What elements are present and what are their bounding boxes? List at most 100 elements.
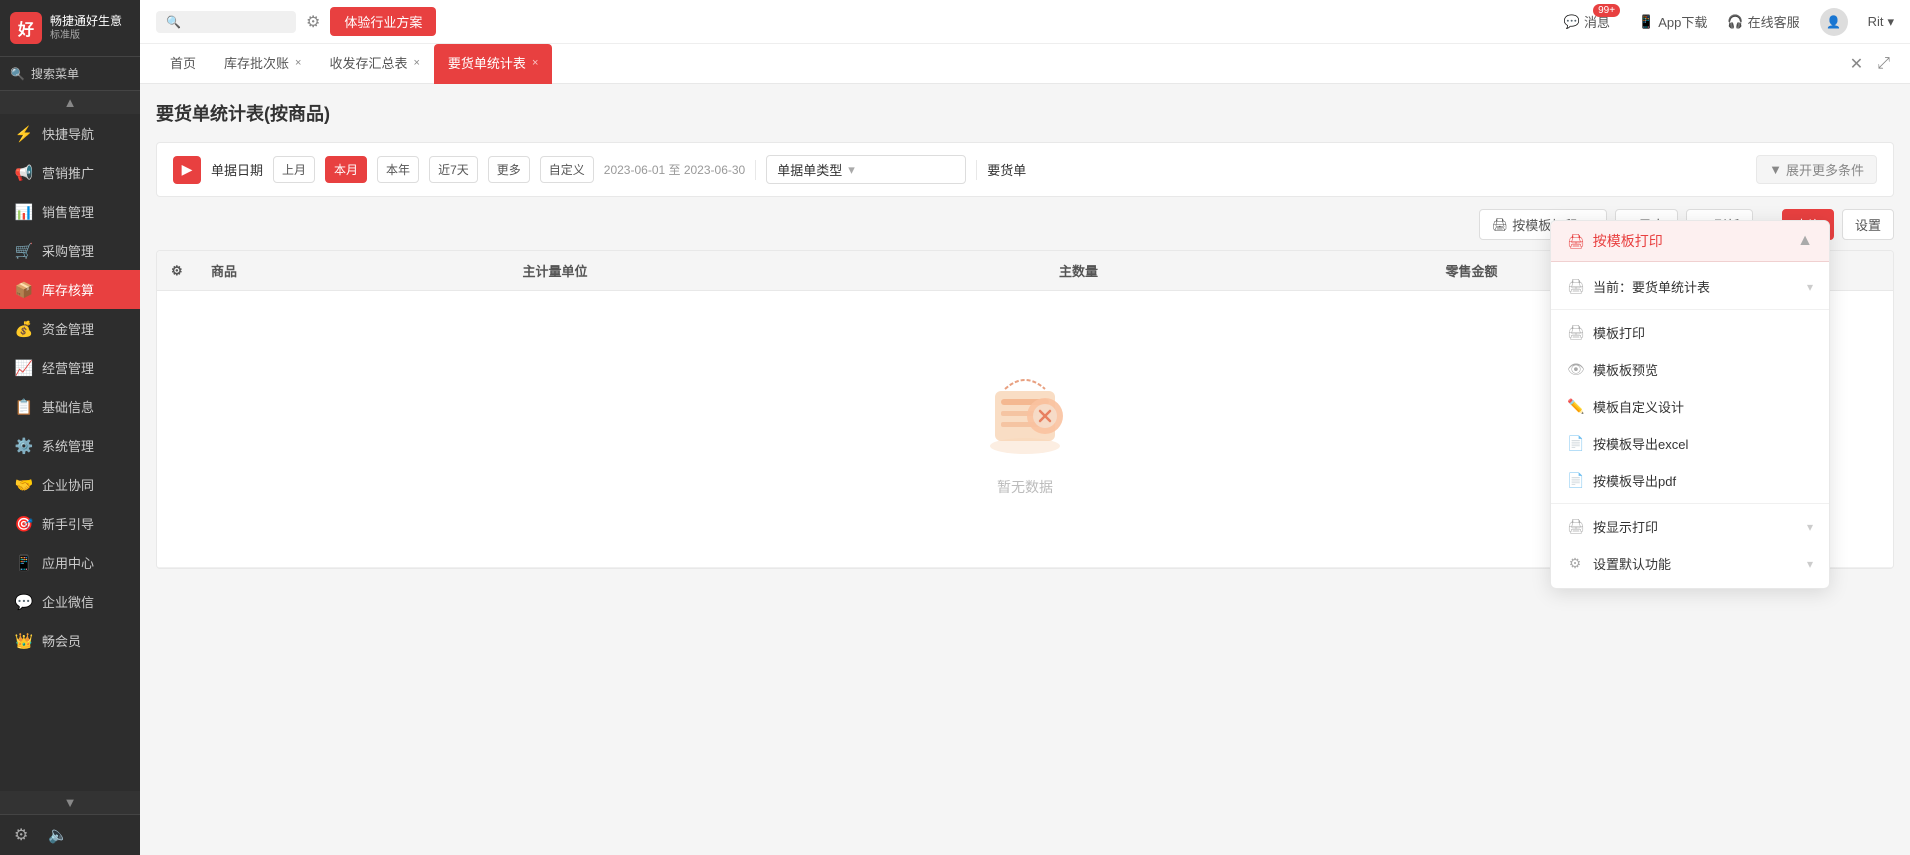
print-header-icon: 🖨 [1567, 233, 1585, 250]
print-dropdown-close-icon[interactable]: ▲ [1797, 232, 1813, 250]
expand-more-button[interactable]: ▼ 展开更多条件 [1756, 155, 1877, 184]
sidebar-item-inventory[interactable]: 📦 库存核算 [0, 270, 140, 309]
sidebar-item-finance[interactable]: 💰 资金管理 [0, 309, 140, 348]
tabs-right-controls: ✕ ⤢ [1846, 50, 1894, 78]
finance-icon: 💰 [14, 320, 34, 338]
export-pdf-item[interactable]: 📄 按模板导出pdf [1551, 462, 1829, 499]
logo-icon: 好 [10, 12, 42, 44]
search-menu-item[interactable]: 🔍 搜索菜单 [0, 57, 140, 91]
sidebar-item-sales[interactable]: 📊 销售管理 [0, 192, 140, 231]
date-this-year[interactable]: 本年 [377, 156, 419, 183]
main-area: 🔍 ⚙ 体验行业方案 💬 消息 99+ 📱 App下载 🎧 在线客服 👤 [140, 0, 1910, 855]
user-name[interactable]: Rit ▾ [1868, 14, 1894, 30]
sidebar-item-system[interactable]: ⚙️ 系统管理 [0, 426, 140, 465]
content-area: 要货单统计表(按商品) ▶ 单据日期 上月 本月 本年 近7天 更多 自定义 2… [140, 84, 1910, 855]
sidebar-item-app[interactable]: 📱 应用中心 [0, 543, 140, 582]
tab-receipt-summary[interactable]: 收发存汇总表 × [315, 44, 433, 84]
tab-home[interactable]: 首页 [156, 44, 210, 84]
app-download-item[interactable]: 📱 App下载 [1638, 12, 1707, 31]
display-print-item[interactable]: 🖨 按显示打印 ▾ [1551, 508, 1829, 545]
template-print-icon: 🖨 [1567, 324, 1583, 341]
export-excel-item[interactable]: 📄 按模板导出excel [1551, 425, 1829, 462]
sidebar-item-newbie[interactable]: 🎯 新手引导 [0, 504, 140, 543]
column-settings-icon[interactable]: ⚙ [157, 251, 197, 291]
close-all-tabs-button[interactable]: ✕ [1846, 50, 1867, 78]
sidebar-item-member[interactable]: 👑 畅会员 [0, 621, 140, 660]
current-template-icon: 🖨 [1567, 278, 1583, 295]
sound-icon[interactable]: 🔈 [48, 825, 68, 845]
date-more[interactable]: 更多 [488, 156, 530, 183]
filter-bar: ▶ 单据日期 上月 本月 本年 近7天 更多 自定义 2023-06-01 至 … [156, 142, 1894, 197]
headset-icon: 🎧 [1727, 14, 1743, 30]
dropdown-divider-1 [1551, 309, 1829, 310]
template-preview-icon: 👁 [1567, 361, 1583, 378]
template-preview-item[interactable]: 👁 模板板预览 [1551, 351, 1829, 388]
tab-close-batch[interactable]: × [295, 57, 301, 69]
date-custom[interactable]: 自定义 [540, 156, 594, 183]
sidebar-item-operations[interactable]: 📈 经营管理 [0, 348, 140, 387]
sidebar-logo: 好 畅捷通好生意 标准版 [0, 0, 140, 57]
settings-button[interactable]: 设置 [1842, 209, 1894, 240]
sidebar: 好 畅捷通好生意 标准版 🔍 搜索菜单 ▲ ⚡ 快捷导航 📢 营销推广 📊 销售… [0, 0, 140, 855]
export-pdf-icon: 📄 [1567, 472, 1583, 489]
marketing-icon: 📢 [14, 164, 34, 182]
filter-separator [755, 160, 756, 180]
settings-icon[interactable]: ⚙ [14, 825, 28, 845]
sidebar-scroll-down[interactable]: ▼ [0, 791, 140, 814]
notification-icon: 💬 [1564, 14, 1580, 30]
topbar-gear-icon[interactable]: ⚙ [306, 12, 320, 32]
chevron-down-icon: ▾ [1887, 14, 1894, 30]
default-func-item[interactable]: ⚙ 设置默认功能 ▾ [1551, 545, 1829, 582]
sidebar-item-wechat[interactable]: 💬 企业微信 [0, 582, 140, 621]
logo-text: 畅捷通好生意 标准版 [50, 14, 122, 43]
member-icon: 👑 [14, 632, 34, 650]
default-arrow-icon: ▾ [1807, 557, 1813, 571]
template-design-item[interactable]: ✏️ 模板自定义设计 [1551, 388, 1829, 425]
print-dropdown-body: 🖨 当前：要货单统计表 ▾ 🖨 模板打印 👁 模板板预览 [1551, 262, 1829, 588]
current-template-item[interactable]: 🖨 当前：要货单统计表 ▾ [1551, 268, 1829, 305]
date-filter-label: 单据日期 [211, 160, 263, 179]
expand-tabs-button[interactable]: ⤢ [1873, 51, 1894, 77]
page-title: 要货单统计表(按商品) [156, 100, 1894, 126]
sidebar-item-purchase[interactable]: 🛒 采购管理 [0, 231, 140, 270]
system-icon: ⚙️ [14, 437, 34, 455]
notification-badge: 99+ [1593, 4, 1620, 17]
group-label: 要货单 [987, 160, 1026, 179]
template-design-icon: ✏️ [1567, 398, 1583, 415]
expand-icon: ▼ [1769, 162, 1782, 177]
trial-button[interactable]: 体验行业方案 [330, 7, 436, 36]
user-avatar[interactable]: 👤 [1820, 8, 1848, 36]
sidebar-item-marketing[interactable]: 📢 营销推广 [0, 153, 140, 192]
collab-icon: 🤝 [14, 476, 34, 494]
newbie-icon: 🎯 [14, 515, 34, 533]
tab-close-order[interactable]: × [532, 57, 538, 69]
type-filter-select[interactable]: 单据单类型 ▾ [766, 155, 966, 184]
tab-order-summary[interactable]: 要货单统计表 × [434, 44, 552, 84]
default-func-icon: ⚙ [1567, 555, 1583, 572]
select-arrow-icon: ▾ [848, 162, 855, 178]
tab-batch-account[interactable]: 库存批次账 × [210, 44, 315, 84]
notification-item[interactable]: 💬 消息 99+ [1564, 12, 1610, 31]
filter-expand-button[interactable]: ▶ [173, 156, 201, 184]
topbar: 🔍 ⚙ 体验行业方案 💬 消息 99+ 📱 App下载 🎧 在线客服 👤 [140, 0, 1910, 44]
online-service-item[interactable]: 🎧 在线客服 [1727, 12, 1799, 31]
date-last-7days[interactable]: 近7天 [429, 156, 478, 183]
tab-close-receipt[interactable]: × [413, 57, 419, 69]
printer-icon: 🖨 [1492, 217, 1509, 233]
sidebar-item-collab[interactable]: 🤝 企业协同 [0, 465, 140, 504]
topbar-search[interactable]: 🔍 [156, 11, 296, 33]
print-dropdown: 🖨 按模板打印 ▲ 🖨 当前：要货单统计表 ▾ 🖨 [1550, 220, 1830, 589]
date-this-month[interactable]: 本月 [325, 156, 367, 183]
date-last-month[interactable]: 上月 [273, 156, 315, 183]
template-print-item[interactable]: 🖨 模板打印 [1551, 314, 1829, 351]
sidebar-scroll-up[interactable]: ▲ [0, 91, 140, 114]
empty-illustration [975, 361, 1075, 461]
print-dropdown-header: 🖨 按模板打印 ▲ [1551, 221, 1829, 262]
sidebar-item-quick[interactable]: ⚡ 快捷导航 [0, 114, 140, 153]
dropdown-divider-2 [1551, 503, 1829, 504]
sidebar-bottom: ⚙ 🔈 [0, 814, 140, 855]
avatar-circle: 👤 [1820, 8, 1848, 36]
col-unit: 主计量单位 [509, 251, 1045, 291]
sidebar-item-basic[interactable]: 📋 基础信息 [0, 387, 140, 426]
sidebar-nav: ⚡ 快捷导航 📢 营销推广 📊 销售管理 🛒 采购管理 📦 库存核算 💰 资金管… [0, 114, 140, 791]
